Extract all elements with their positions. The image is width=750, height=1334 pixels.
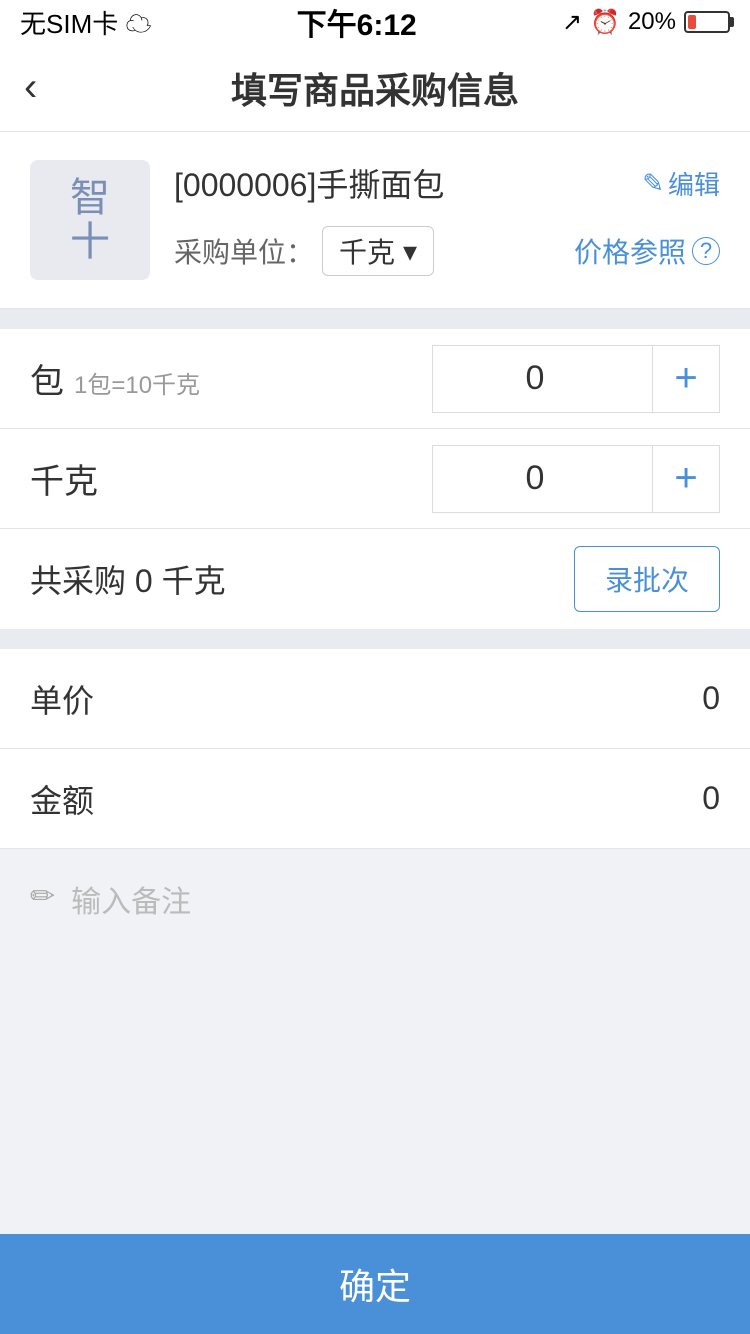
- status-time: 下午6:12: [297, 0, 417, 44]
- kg-label: 千克: [30, 454, 98, 503]
- status-bar: 无SIM卡 ☁ 下午6:12 ↗ ⏰ 20%: [0, 0, 750, 44]
- sim-status: 无SIM卡 ☁: [20, 4, 151, 41]
- kg-input[interactable]: [432, 445, 652, 513]
- battery-icon: [684, 11, 730, 33]
- bag-label: 包: [30, 354, 64, 403]
- bag-input-row: 包 1包=10千克 +: [0, 329, 750, 429]
- kg-plus-button[interactable]: +: [652, 445, 720, 513]
- back-button[interactable]: ‹: [24, 65, 37, 110]
- amount-row: 金额 0: [0, 749, 750, 849]
- price-value: 0: [702, 680, 720, 717]
- price-ref-button[interactable]: 价格参照 ?: [574, 231, 720, 271]
- bag-sub-label: 1包=10千克: [74, 365, 200, 400]
- amount-value: 0: [702, 780, 720, 817]
- location-icon: ↗: [562, 8, 582, 37]
- product-info: [0000006]手撕面包 ✎ 编辑 采购单位： 千克 ▾ 价格参照 ?: [174, 160, 720, 276]
- kg-input-control: +: [432, 445, 720, 513]
- alarm-icon: ⏰: [590, 8, 620, 37]
- product-name: [0000006]手撕面包: [174, 160, 444, 206]
- page-spacer: [0, 1029, 750, 1234]
- summary-row: 共采购 0 千克 录批次: [0, 529, 750, 629]
- edit-button[interactable]: ✎ 编辑: [642, 165, 720, 202]
- pencil-icon: ✏: [30, 879, 55, 914]
- battery-percent: 20%: [628, 8, 676, 36]
- amount-label: 金额: [30, 776, 94, 822]
- summary-text: 共采购 0 千克: [30, 556, 226, 602]
- input-section: 包 1包=10千克 + 千克 + 共采购 0 千克 录批次: [0, 329, 750, 629]
- edit-icon: ✎: [642, 168, 664, 199]
- bag-input-control: +: [432, 345, 720, 413]
- section-divider-1: [0, 309, 750, 329]
- record-batch-button[interactable]: 录批次: [574, 546, 720, 612]
- unit-select[interactable]: 千克 ▾: [322, 226, 434, 276]
- remark-placeholder: 输入备注: [71, 877, 191, 921]
- unit-label: 采购单位：: [174, 231, 314, 271]
- status-left: 无SIM卡 ☁: [20, 4, 151, 41]
- bag-plus-button[interactable]: +: [652, 345, 720, 413]
- confirm-button[interactable]: 确定: [0, 1234, 750, 1334]
- status-right: ↗ ⏰ 20%: [562, 8, 730, 37]
- kg-input-row: 千克 +: [0, 429, 750, 529]
- bag-input[interactable]: [432, 345, 652, 413]
- chevron-down-icon: ▾: [403, 235, 417, 268]
- page-title: 填写商品采购信息: [231, 62, 519, 114]
- price-label: 单价: [30, 676, 94, 722]
- nav-bar: ‹ 填写商品采购信息: [0, 44, 750, 132]
- remark-section[interactable]: ✏ 输入备注: [0, 849, 750, 1029]
- price-row: 单价 0: [0, 649, 750, 749]
- info-icon: ?: [692, 237, 720, 265]
- product-logo: 智 十: [70, 176, 110, 264]
- product-thumbnail: 智 十: [30, 160, 150, 280]
- info-section: 单价 0 金额 0: [0, 649, 750, 849]
- product-card: 智 十 [0000006]手撕面包 ✎ 编辑 采购单位： 千克 ▾: [0, 132, 750, 309]
- section-divider-2: [0, 629, 750, 649]
